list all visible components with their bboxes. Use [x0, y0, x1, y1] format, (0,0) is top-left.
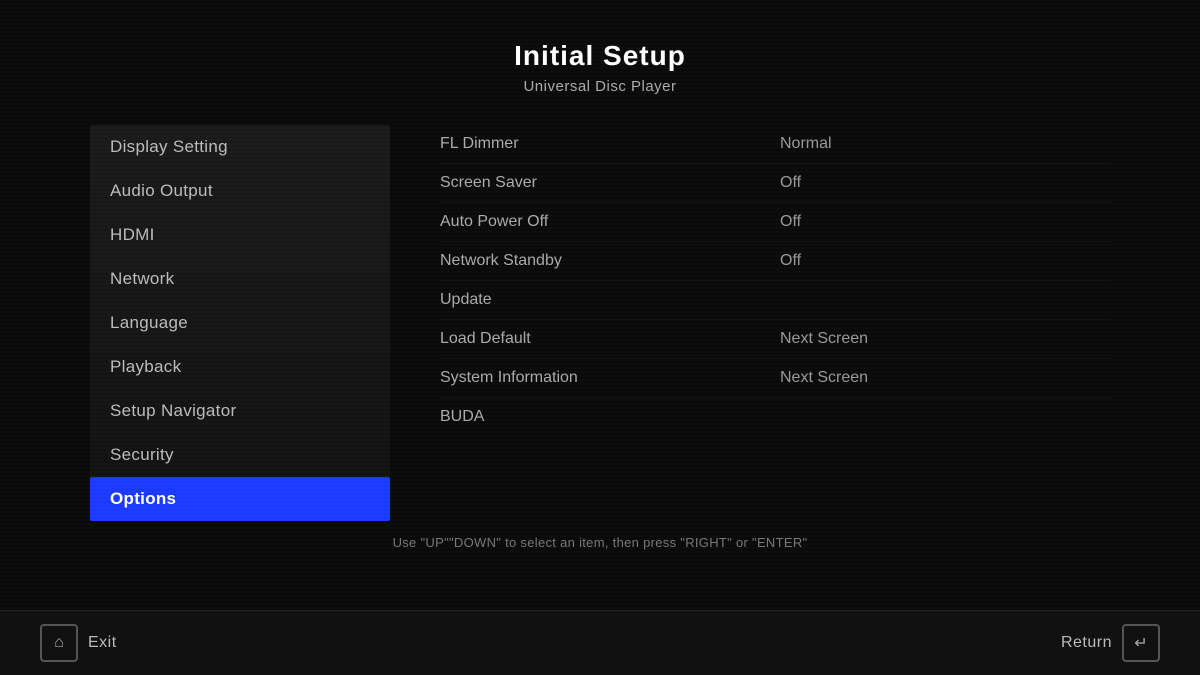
setting-row[interactable]: Network StandbyOff [440, 242, 1110, 281]
setting-row[interactable]: System InformationNext Screen [440, 359, 1110, 398]
setting-value: Next Screen [780, 330, 868, 348]
sidebar-item-security[interactable]: Security [90, 433, 390, 477]
setting-value: Off [780, 174, 801, 192]
sidebar: Display SettingAudio OutputHDMINetworkLa… [90, 125, 390, 505]
main-content: Display SettingAudio OutputHDMINetworkLa… [0, 115, 1200, 515]
sidebar-item-options[interactable]: Options [90, 477, 390, 521]
exit-label: Exit [88, 634, 117, 652]
header: Initial Setup Universal Disc Player [0, 0, 1200, 115]
page-title: Initial Setup [0, 40, 1200, 72]
setting-row[interactable]: BUDA [440, 398, 1110, 436]
setting-label: Screen Saver [440, 174, 780, 192]
exit-button[interactable]: ⌂ Exit [40, 624, 117, 662]
sidebar-item-hdmi[interactable]: HDMI [90, 213, 390, 257]
setting-label: Auto Power Off [440, 213, 780, 231]
setting-value: Off [780, 252, 801, 270]
sidebar-item-audio-output[interactable]: Audio Output [90, 169, 390, 213]
sidebar-item-language[interactable]: Language [90, 301, 390, 345]
setting-label: Network Standby [440, 252, 780, 270]
setting-row[interactable]: Auto Power OffOff [440, 203, 1110, 242]
setting-value: Next Screen [780, 369, 868, 387]
setting-label: System Information [440, 369, 780, 387]
return-button[interactable]: Return ↵ [1061, 624, 1160, 662]
setting-label: FL Dimmer [440, 135, 780, 153]
setting-label: Load Default [440, 330, 780, 348]
setting-label: BUDA [440, 408, 780, 426]
setting-value: Normal [780, 135, 832, 153]
sidebar-item-network[interactable]: Network [90, 257, 390, 301]
setting-row[interactable]: Update [440, 281, 1110, 320]
settings-panel: FL DimmerNormalScreen SaverOffAuto Power… [390, 125, 1110, 505]
setting-row[interactable]: FL DimmerNormal [440, 125, 1110, 164]
setting-value: Off [780, 213, 801, 231]
setting-row[interactable]: Load DefaultNext Screen [440, 320, 1110, 359]
sidebar-item-setup-navigator[interactable]: Setup Navigator [90, 389, 390, 433]
sidebar-item-playback[interactable]: Playback [90, 345, 390, 389]
sidebar-item-display-setting[interactable]: Display Setting [90, 125, 390, 169]
setting-row[interactable]: Screen SaverOff [440, 164, 1110, 203]
return-icon: ↵ [1122, 624, 1160, 662]
return-label: Return [1061, 634, 1112, 652]
home-icon: ⌂ [40, 624, 78, 662]
setting-label: Update [440, 291, 780, 309]
footer: ⌂ Exit Return ↵ [0, 610, 1200, 675]
page-subtitle: Universal Disc Player [0, 78, 1200, 95]
instruction-text: Use "UP""DOWN" to select an item, then p… [0, 515, 1200, 560]
